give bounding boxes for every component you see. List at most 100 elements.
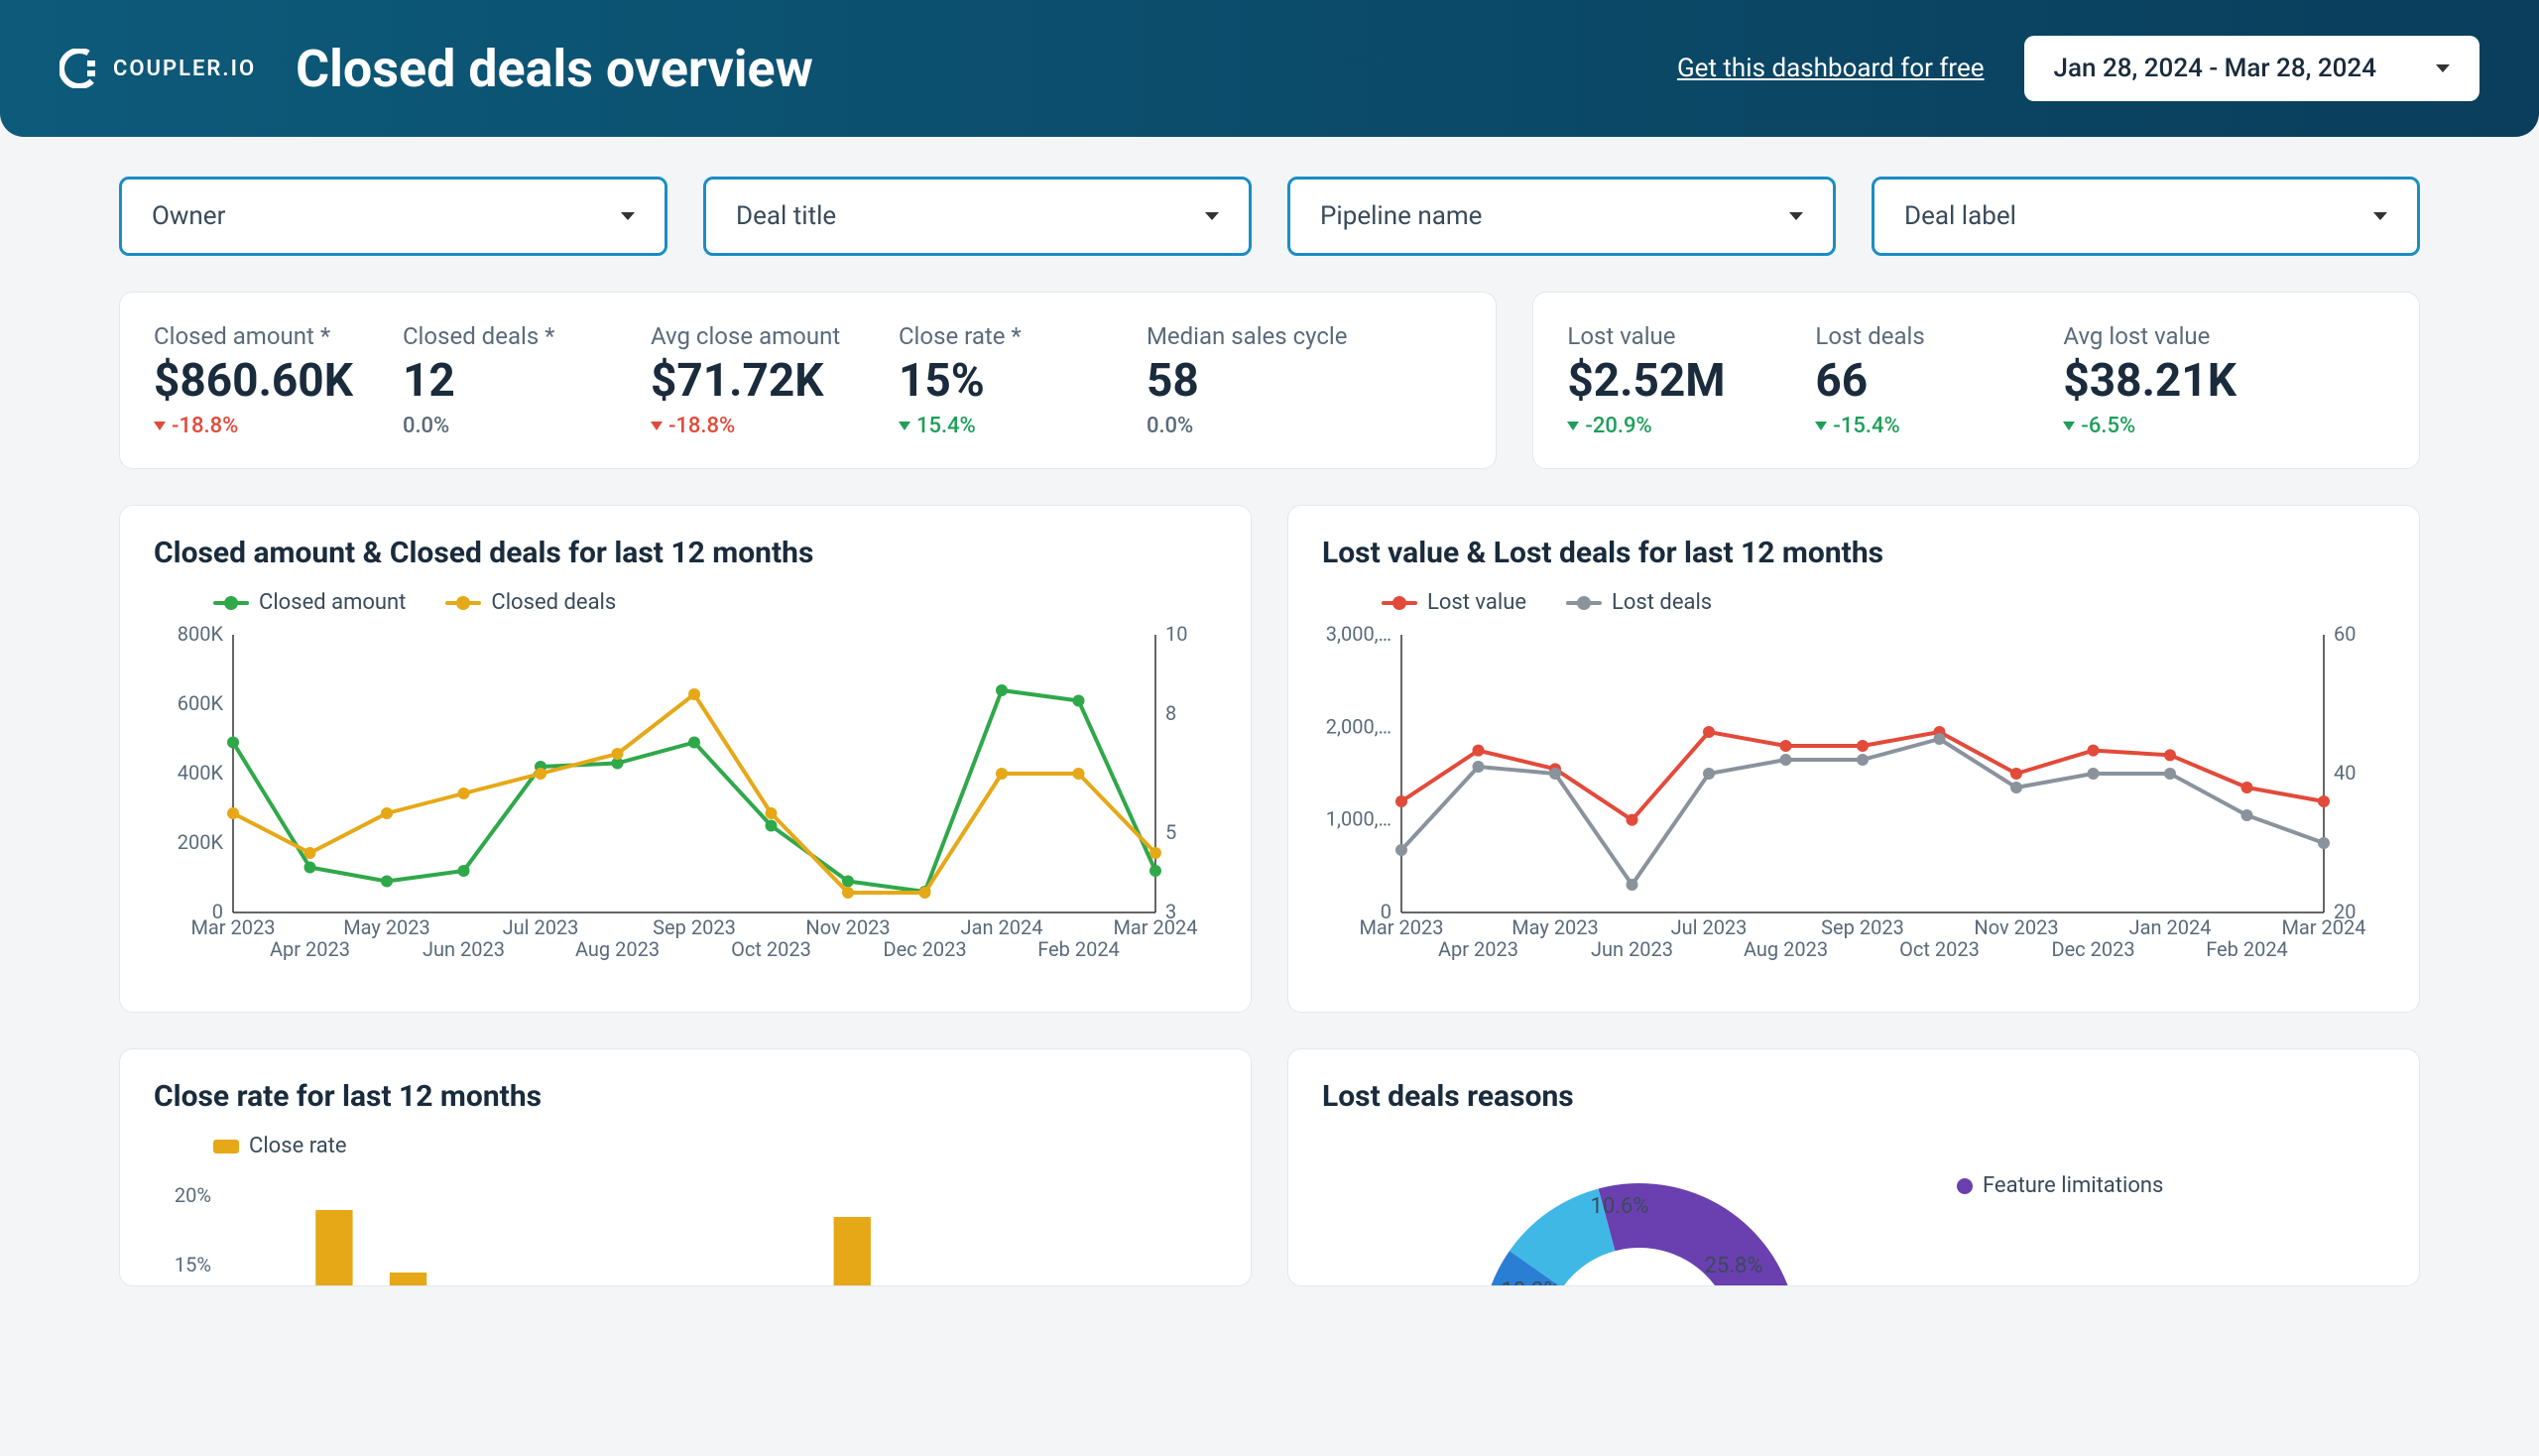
- svg-text:Apr 2023: Apr 2023: [1438, 937, 1518, 961]
- svg-text:10.6%: 10.6%: [1590, 1194, 1648, 1219]
- svg-text:Mar 2024: Mar 2024: [1113, 915, 1197, 939]
- svg-text:400K: 400K: [178, 761, 224, 785]
- kpi-card-lost: Lost value$2.52M -20.9%Lost deals66 -15.…: [1532, 292, 2420, 469]
- svg-text:Jan 2024: Jan 2024: [961, 915, 1043, 939]
- kpi-value: $2.52M: [1567, 354, 1765, 408]
- coupler-logo-icon: [60, 49, 99, 88]
- kpi: Median sales cycle58 0.0%: [1147, 322, 1348, 438]
- kpi-value: $71.72K: [651, 354, 849, 408]
- legend-swatch-icon: [213, 1140, 239, 1153]
- svg-text:Jul 2023: Jul 2023: [503, 915, 579, 939]
- caret-down-icon: [2436, 64, 2450, 72]
- svg-text:Sep 2023: Sep 2023: [653, 915, 736, 939]
- chart-title: Close rate for last 12 months: [154, 1079, 1217, 1114]
- kpi-delta: 0.0%: [403, 414, 601, 438]
- kpi-label: Close rate *: [899, 322, 1097, 350]
- caret-down-icon: [621, 212, 635, 220]
- kpi-value: $860.60K: [154, 354, 353, 408]
- kpi-label: Avg lost value: [2063, 322, 2261, 350]
- caret-down-icon: [2373, 212, 2387, 220]
- svg-text:Apr 2023: Apr 2023: [270, 937, 350, 961]
- legend-closed-deals[interactable]: Closed deals: [445, 590, 616, 615]
- svg-text:8: 8: [1165, 701, 1176, 725]
- legend-lost-deals[interactable]: Lost deals: [1566, 590, 1712, 615]
- arrow-down-icon: [1815, 422, 1827, 430]
- svg-text:25.8%: 25.8%: [1704, 1254, 1762, 1278]
- chart-lost: Lost value & Lost deals for last 12 mont…: [1287, 505, 2420, 1013]
- kpi-delta: -18.8%: [154, 414, 353, 438]
- kpi-label: Avg close amount: [651, 322, 849, 350]
- svg-text:Jun 2023: Jun 2023: [423, 937, 505, 961]
- kpi-value: 15%: [899, 354, 1097, 408]
- svg-text:Jan 2024: Jan 2024: [2129, 915, 2212, 939]
- kpi-delta: -18.8%: [651, 414, 849, 438]
- chart-closed: Closed amount & Closed deals for last 12…: [119, 505, 1252, 1013]
- legend-swatch-icon: [213, 601, 249, 605]
- svg-text:Mar 2023: Mar 2023: [1359, 915, 1443, 939]
- svg-text:Aug 2023: Aug 2023: [1744, 937, 1828, 961]
- logo-text: COUPLER.IO: [113, 57, 256, 81]
- arrow-down-icon: [651, 422, 663, 430]
- svg-text:5: 5: [1165, 820, 1176, 844]
- filter-deal-label[interactable]: Deal label: [1872, 177, 2420, 256]
- svg-text:May 2023: May 2023: [1511, 915, 1599, 939]
- chart-close-rate: Close rate for last 12 months Close rate…: [119, 1048, 1252, 1286]
- legend-feature-limitations[interactable]: Feature limitations: [1957, 1173, 2163, 1198]
- filter-row: Owner Deal title Pipeline name Deal labe…: [119, 177, 2420, 256]
- donut-chart: 10.6%25.8%18.2%: [1322, 1134, 1917, 1286]
- header: COUPLER.IO Closed deals overview Get thi…: [0, 0, 2539, 137]
- svg-text:600K: 600K: [178, 691, 224, 715]
- filter-deal-title[interactable]: Deal title: [703, 177, 1252, 256]
- page-title: Closed deals overview: [296, 39, 813, 99]
- kpi: Closed amount *$860.60K -18.8%: [154, 322, 353, 438]
- filter-pipeline-name[interactable]: Pipeline name: [1287, 177, 1836, 256]
- svg-text:40: 40: [2334, 761, 2356, 785]
- chart-legend: Feature limitations: [1957, 1173, 2163, 1198]
- kpi-row: Closed amount *$860.60K -18.8% Closed dea…: [119, 292, 2420, 469]
- kpi-label: Closed deals *: [403, 322, 601, 350]
- svg-text:200K: 200K: [178, 830, 224, 854]
- kpi: Lost value$2.52M -20.9%: [1567, 322, 1765, 438]
- svg-text:Feb 2024: Feb 2024: [2206, 937, 2288, 961]
- chart-title: Lost deals reasons: [1322, 1079, 2385, 1114]
- arrow-down-icon: [899, 422, 910, 430]
- svg-text:2,000,…: 2,000,…: [1326, 714, 1391, 738]
- svg-text:60: 60: [2334, 625, 2356, 646]
- legend-swatch-icon: [1566, 601, 1602, 605]
- get-dashboard-link[interactable]: Get this dashboard for free: [1677, 54, 1985, 83]
- svg-text:10: 10: [1165, 625, 1187, 646]
- kpi: Avg close amount $71.72K -18.8%: [651, 322, 849, 438]
- filter-owner[interactable]: Owner: [119, 177, 667, 256]
- chart-legend: Close rate: [213, 1134, 1217, 1158]
- logo: COUPLER.IO: [60, 49, 256, 88]
- svg-text:Nov 2023: Nov 2023: [805, 915, 890, 939]
- kpi: Avg lost value$38.21K -6.5%: [2063, 322, 2261, 438]
- svg-text:Oct 2023: Oct 2023: [731, 937, 811, 961]
- chart-legend: Lost value Lost deals: [1382, 590, 2385, 615]
- kpi-label: Lost value: [1567, 322, 1765, 350]
- caret-down-icon: [1789, 212, 1803, 220]
- kpi-value: 66: [1815, 354, 2013, 408]
- kpi-value: $38.21K: [2063, 354, 2261, 408]
- svg-text:Feb 2024: Feb 2024: [1037, 937, 1120, 961]
- bar-chart: 20%15%: [154, 1168, 1205, 1286]
- legend-close-rate[interactable]: Close rate: [213, 1134, 347, 1158]
- svg-text:Oct 2023: Oct 2023: [1899, 937, 1980, 961]
- chart-title: Lost value & Lost deals for last 12 mont…: [1322, 536, 2385, 570]
- date-range-picker[interactable]: Jan 28, 2024 - Mar 28, 2024: [2024, 36, 2479, 101]
- legend-swatch-icon: [445, 601, 481, 605]
- chart-legend: Closed amount Closed deals: [213, 590, 1217, 615]
- svg-text:Mar 2023: Mar 2023: [190, 915, 275, 939]
- svg-text:Jul 2023: Jul 2023: [1671, 915, 1748, 939]
- svg-text:800K: 800K: [178, 625, 224, 646]
- legend-closed-amount[interactable]: Closed amount: [213, 590, 406, 615]
- svg-text:1,000,…: 1,000,…: [1326, 807, 1391, 831]
- kpi-value: 12: [403, 354, 601, 408]
- svg-text:Dec 2023: Dec 2023: [2051, 937, 2134, 961]
- svg-text:Jun 2023: Jun 2023: [1591, 937, 1673, 961]
- line-chart: 0200K400K600K800K35810Mar 2023Apr 2023Ma…: [154, 625, 1205, 982]
- legend-lost-value[interactable]: Lost value: [1382, 590, 1526, 615]
- date-range-value: Jan 28, 2024 - Mar 28, 2024: [2054, 54, 2376, 83]
- svg-text:3,000,…: 3,000,…: [1326, 625, 1391, 646]
- svg-text:Sep 2023: Sep 2023: [1821, 915, 1904, 939]
